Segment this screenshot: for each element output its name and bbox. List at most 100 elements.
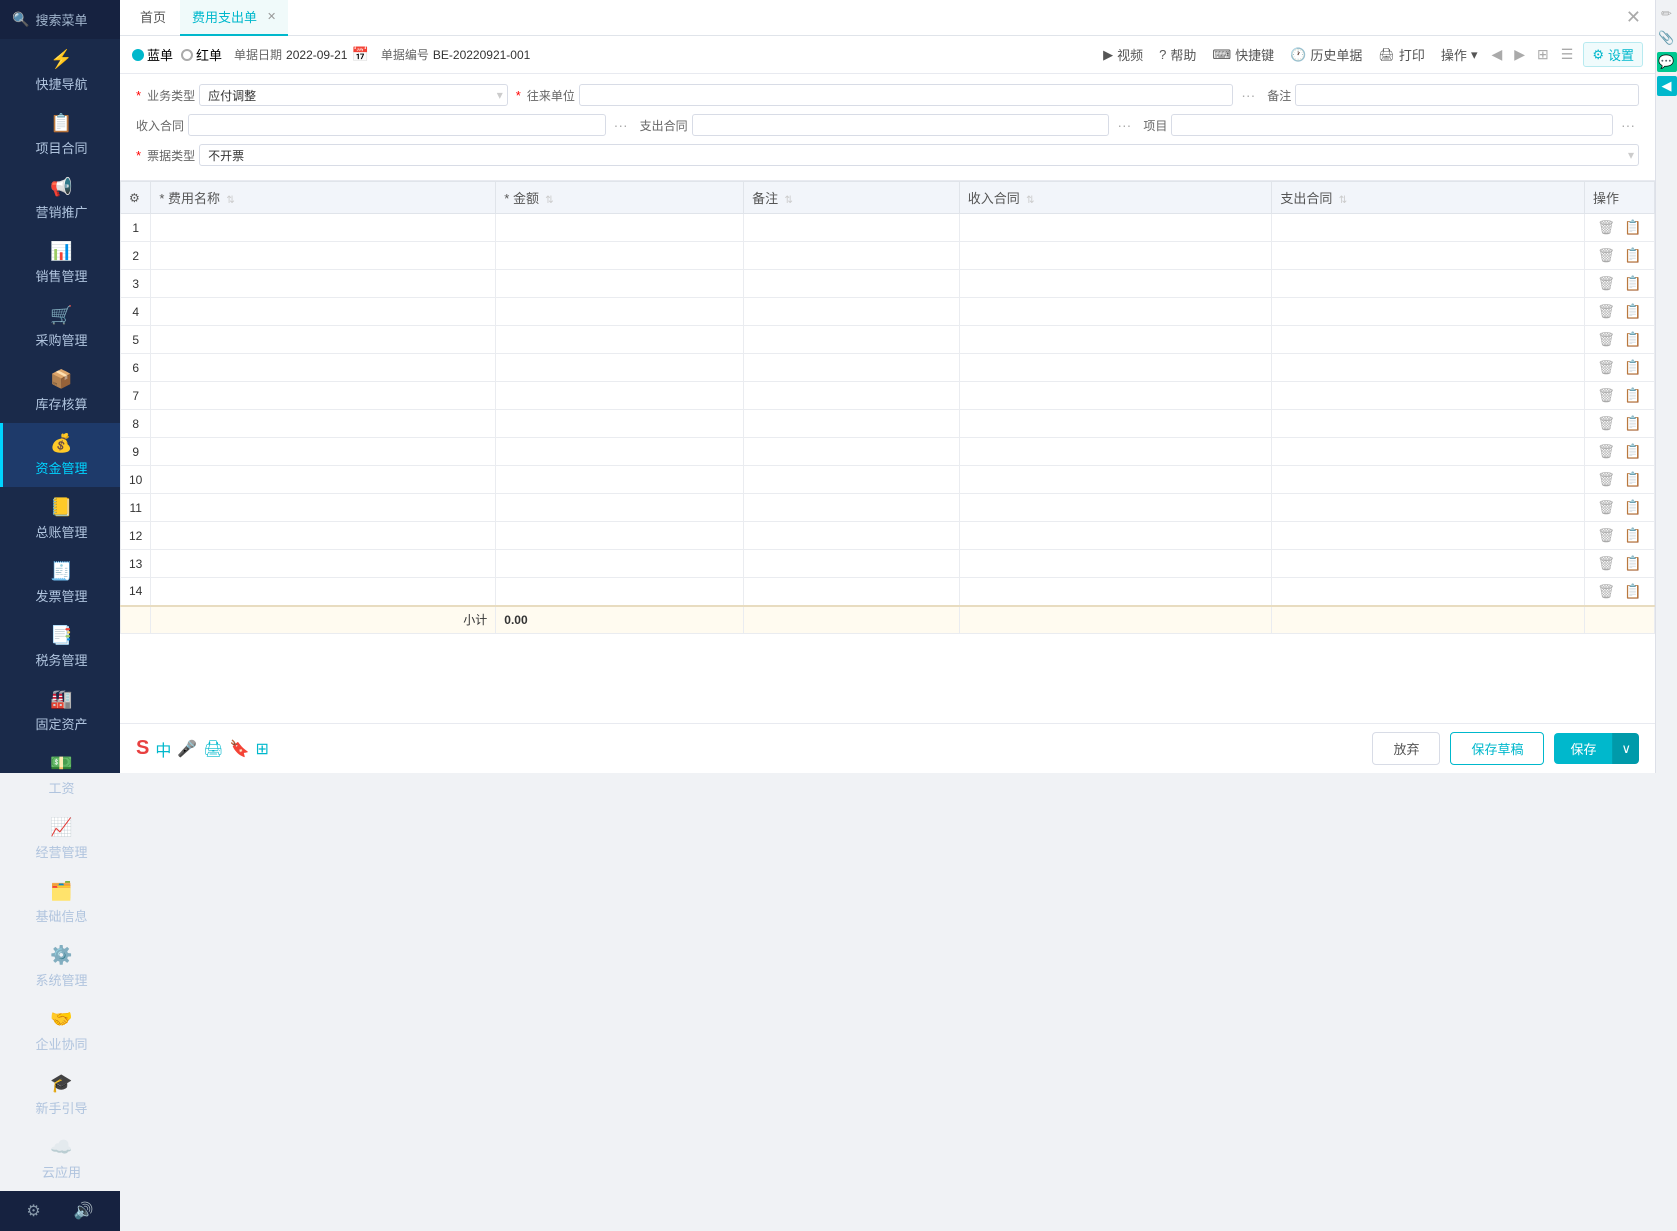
copy-icon[interactable]: 📋 xyxy=(1624,471,1641,487)
cell-expense-name[interactable] xyxy=(151,438,496,466)
cell-expense-name[interactable] xyxy=(151,466,496,494)
cell-expense-contract[interactable] xyxy=(1272,214,1585,242)
cell-expense-contract[interactable] xyxy=(1272,494,1585,522)
red-radio[interactable]: 红单 xyxy=(181,45,222,64)
dots-icon-3[interactable]: ··· xyxy=(1113,117,1135,133)
next-arrow[interactable]: ▶ xyxy=(1512,46,1527,63)
cell-amount[interactable] xyxy=(496,438,744,466)
tab-expense[interactable]: 费用支出单 ✕ xyxy=(180,0,288,36)
delete-icon[interactable]: 🗑 xyxy=(1597,303,1615,319)
th-expense-contract[interactable]: 支出合同 ⇅ xyxy=(1272,182,1585,214)
cell-note[interactable] xyxy=(744,522,960,550)
copy-icon[interactable]: 📋 xyxy=(1624,415,1641,431)
save-draft-button[interactable]: 保存草稿 xyxy=(1450,732,1544,765)
cell-note[interactable] xyxy=(744,410,960,438)
copy-icon[interactable]: 📋 xyxy=(1624,555,1641,571)
delete-icon[interactable]: 🗑 xyxy=(1597,359,1615,375)
cell-expense-name[interactable] xyxy=(151,382,496,410)
cell-income-contract[interactable] xyxy=(959,326,1272,354)
cell-expense-contract[interactable] xyxy=(1272,326,1585,354)
copy-icon[interactable]: 📋 xyxy=(1624,527,1641,543)
cell-amount[interactable] xyxy=(496,578,744,606)
sidebar-item-cloud-apps[interactable]: ☁️ 云应用 xyxy=(0,1127,120,1191)
expense-contract-input[interactable] xyxy=(692,114,1110,136)
sidebar-item-project-contract[interactable]: 📋 项目合同 xyxy=(0,103,120,167)
copy-icon[interactable]: 📋 xyxy=(1624,387,1641,403)
delete-icon[interactable]: 🗑 xyxy=(1597,247,1615,263)
settings-bottom-icon[interactable]: ⚙ xyxy=(26,1201,40,1221)
sidebar-item-capital[interactable]: 💰 资金管理 xyxy=(0,423,120,487)
copy-icon[interactable]: 📋 xyxy=(1624,359,1641,375)
cell-expense-name[interactable] xyxy=(151,522,496,550)
th-income-contract[interactable]: 收入合同 ⇅ xyxy=(959,182,1272,214)
delete-icon[interactable]: 🗑 xyxy=(1597,527,1615,543)
date-value[interactable]: 2022-09-21 xyxy=(286,48,347,62)
sidebar-item-tax[interactable]: 📑 税务管理 xyxy=(0,615,120,679)
cell-expense-name[interactable] xyxy=(151,298,496,326)
cell-expense-name[interactable] xyxy=(151,214,496,242)
save-dropdown-button[interactable]: ∨ xyxy=(1612,733,1639,764)
cell-note[interactable] xyxy=(744,354,960,382)
save-main-button[interactable]: 保存 xyxy=(1554,733,1612,764)
dots-icon-4[interactable]: ··· xyxy=(1617,117,1639,133)
calendar-icon[interactable]: 📅 xyxy=(351,46,368,63)
cell-note[interactable] xyxy=(744,214,960,242)
cell-expense-contract[interactable] xyxy=(1272,270,1585,298)
video-btn[interactable]: ▶ 视频 xyxy=(1099,43,1147,66)
shortcut-btn[interactable]: ⌨ 快捷键 xyxy=(1208,43,1278,66)
cell-amount[interactable] xyxy=(496,466,744,494)
dots-icon-1[interactable]: ··· xyxy=(1237,87,1259,103)
cell-note[interactable] xyxy=(744,494,960,522)
delete-icon[interactable]: 🗑 xyxy=(1597,219,1615,235)
cell-amount[interactable] xyxy=(496,522,744,550)
income-contract-input[interactable] xyxy=(188,114,606,136)
delete-icon[interactable]: 🗑 xyxy=(1597,275,1615,291)
edit-panel-icon[interactable]: ✏ xyxy=(1657,4,1677,24)
cell-expense-name[interactable] xyxy=(151,242,496,270)
cell-expense-name[interactable] xyxy=(151,494,496,522)
cell-note[interactable] xyxy=(744,550,960,578)
window-close-icon[interactable]: ✕ xyxy=(1620,7,1647,28)
cell-expense-contract[interactable] xyxy=(1272,354,1585,382)
invoice-type-value[interactable] xyxy=(200,145,1624,165)
expand-panel-icon[interactable]: ◀ xyxy=(1657,76,1677,96)
copy-icon[interactable]: 📋 xyxy=(1624,583,1641,599)
cell-income-contract[interactable] xyxy=(959,242,1272,270)
abandon-button[interactable]: 放弃 xyxy=(1372,732,1440,765)
sidebar-item-marketing[interactable]: 📢 营销推广 xyxy=(0,167,120,231)
business-type-input[interactable]: ▾ xyxy=(199,84,508,106)
cell-note[interactable] xyxy=(744,242,960,270)
print-btn[interactable]: 🖨 打印 xyxy=(1374,43,1429,66)
sidebar-item-basic-info[interactable]: 🗂️ 基础信息 xyxy=(0,871,120,935)
th-expense-name[interactable]: * 费用名称 ⇅ xyxy=(151,182,496,214)
sidebar-item-new-guide[interactable]: 🎓 新手引导 xyxy=(0,1063,120,1127)
counterpart-input[interactable] xyxy=(579,84,1233,106)
volume-icon[interactable]: 🔊 xyxy=(74,1201,94,1221)
business-type-value[interactable] xyxy=(200,85,493,105)
cell-note[interactable] xyxy=(744,298,960,326)
help-btn[interactable]: ? 帮助 xyxy=(1155,43,1200,66)
cell-income-contract[interactable] xyxy=(959,550,1272,578)
cell-income-contract[interactable] xyxy=(959,578,1272,606)
tab-close-icon[interactable]: ✕ xyxy=(267,10,276,23)
mic-icon[interactable]: 🎤 xyxy=(177,739,197,759)
copy-icon[interactable]: 📋 xyxy=(1624,247,1641,263)
copy-icon[interactable]: 📋 xyxy=(1624,443,1641,459)
cell-amount[interactable] xyxy=(496,270,744,298)
history-btn[interactable]: 🕐 历史单据 xyxy=(1286,43,1366,66)
cell-note[interactable] xyxy=(744,466,960,494)
cell-expense-contract[interactable] xyxy=(1272,466,1585,494)
actions-btn[interactable]: 操作 ▾ xyxy=(1437,43,1482,66)
sidebar-item-accounting[interactable]: 📒 总账管理 xyxy=(0,487,120,551)
cell-amount[interactable] xyxy=(496,214,744,242)
sidebar-item-sys-mgmt[interactable]: ⚙️ 系统管理 xyxy=(0,935,120,999)
copy-icon[interactable]: 📋 xyxy=(1624,219,1641,235)
sidebar-item-operations[interactable]: 📈 经营管理 xyxy=(0,807,120,871)
cell-income-contract[interactable] xyxy=(959,214,1272,242)
cell-expense-name[interactable] xyxy=(151,354,496,382)
blue-radio[interactable]: 蓝单 xyxy=(132,45,173,64)
print2-icon[interactable]: 🖨 xyxy=(203,739,223,759)
cell-expense-contract[interactable] xyxy=(1272,382,1585,410)
th-amount[interactable]: * 金额 ⇅ xyxy=(496,182,744,214)
delete-icon[interactable]: 🗑 xyxy=(1597,471,1615,487)
